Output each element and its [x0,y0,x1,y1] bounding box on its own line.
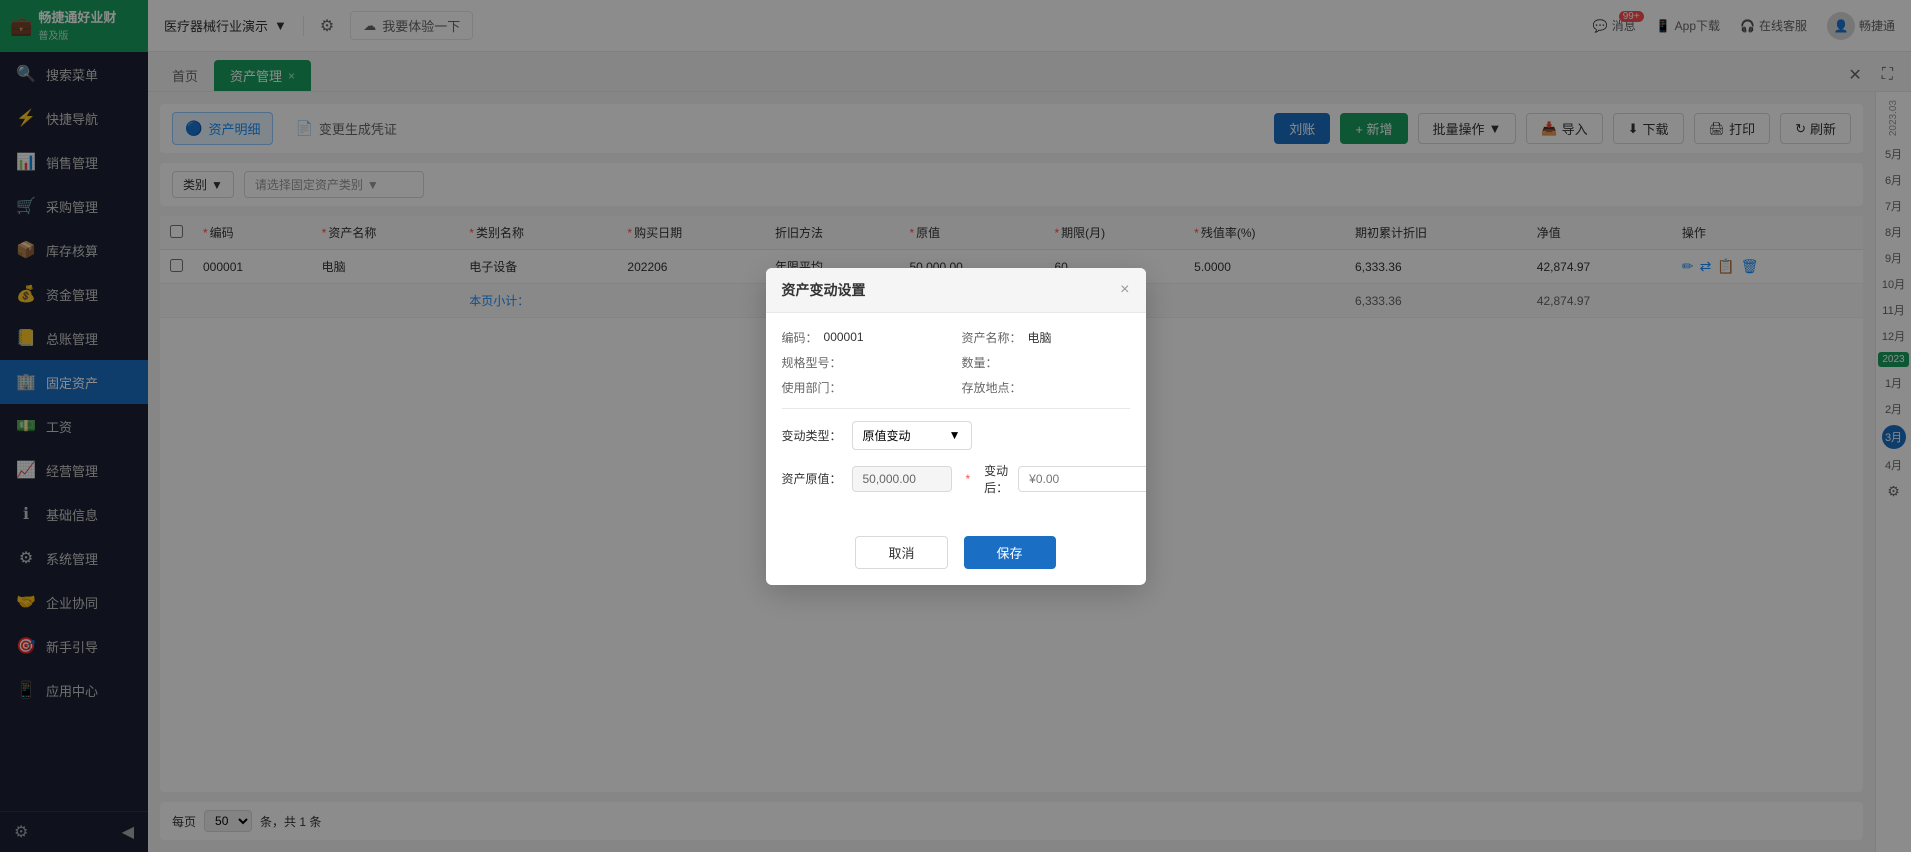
modal-change-type-row: 变动类型： 原值变动 ▼ [782,421,1130,450]
modal-code-item: 编码： 000001 [782,329,950,346]
modal-dept-item: 使用部门： [782,379,950,396]
modal-info-grid: 编码： 000001 资产名称： 电脑 规格型号： 数量： 使用部门： [782,329,1130,409]
modal-location-item: 存放地点： [962,379,1130,396]
modal-name-item: 资产名称： 电脑 [962,329,1130,346]
modal-header: 资产变动设置 × [766,268,1146,313]
modal-after-label: 变动后： [984,462,1008,496]
asset-change-modal: 资产变动设置 × 编码： 000001 资产名称： 电脑 规格型号： 数 [766,268,1146,585]
modal-code-label: 编码： [782,329,818,346]
modal-code-value: 000001 [824,330,864,344]
modal-qty-label: 数量： [962,354,998,371]
modal-name-label: 资产名称： [962,329,1022,346]
modal-cancel-button[interactable]: 取消 [855,536,947,569]
change-type-dropdown-icon: ▼ [949,428,961,442]
modal-qty-item: 数量： [962,354,1130,371]
modal-value-row: 资产原值： * 变动后： [782,462,1130,496]
modal-title: 资产变动设置 [782,280,866,300]
modal-required-mark: * [966,472,971,486]
modal-body: 编码： 000001 资产名称： 电脑 规格型号： 数量： 使用部门： [766,313,1146,524]
modal-overlay: 资产变动设置 × 编码： 000001 资产名称： 电脑 规格型号： 数 [0,0,1911,852]
modal-after-input[interactable] [1018,466,1145,492]
modal-original-value-input [852,466,952,492]
modal-original-value-label: 资产原值： [782,470,842,487]
modal-change-type-label: 变动类型： [782,427,842,444]
modal-save-button[interactable]: 保存 [964,536,1056,569]
modal-location-label: 存放地点： [962,379,1022,396]
modal-change-type-value: 原值变动 [863,427,911,444]
modal-name-value: 电脑 [1028,329,1052,346]
modal-change-type-select[interactable]: 原值变动 ▼ [852,421,972,450]
modal-footer: 取消 保存 [766,524,1146,585]
modal-close-icon[interactable]: × [1120,281,1129,299]
modal-dept-label: 使用部门： [782,379,842,396]
modal-spec-label: 规格型号： [782,354,842,371]
modal-spec-item: 规格型号： [782,354,950,371]
